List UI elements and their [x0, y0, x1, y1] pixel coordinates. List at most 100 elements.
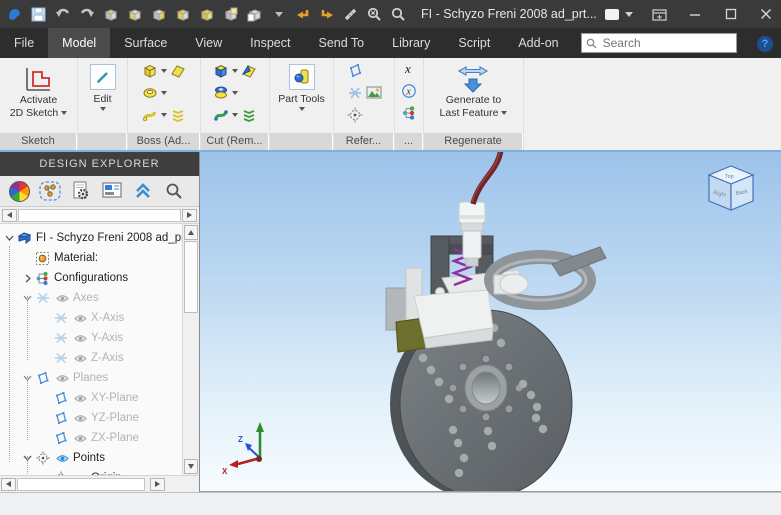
- scroll-right-button[interactable]: [182, 208, 197, 222]
- tree-item-configurations[interactable]: Configurations: [0, 268, 183, 288]
- visibility-eye-icon[interactable]: [54, 454, 70, 463]
- configurations-tool-button[interactable]: [401, 105, 417, 121]
- scroll-down-button[interactable]: [184, 459, 198, 474]
- document-switcher[interactable]: [604, 8, 619, 20]
- model-3d[interactable]: [385, 152, 607, 492]
- measure-icon[interactable]: [342, 6, 359, 23]
- sweep-cut-button[interactable]: [213, 107, 238, 123]
- configuration-set-icon[interactable]: [39, 180, 61, 202]
- scroll-thumb[interactable]: [184, 241, 198, 313]
- collapse-all-icon[interactable]: [132, 180, 154, 202]
- maximize-button[interactable]: [722, 3, 740, 25]
- explorer-settings-gear-icon[interactable]: [196, 180, 199, 202]
- loft-boss-button[interactable]: [170, 63, 186, 79]
- app-logo-icon[interactable]: [6, 6, 23, 23]
- document-settings-icon[interactable]: [70, 180, 92, 202]
- helix-cut-button[interactable]: [241, 107, 257, 123]
- visibility-eye-icon[interactable]: [72, 354, 88, 363]
- plane-icon: [52, 431, 69, 446]
- viewport-3d[interactable]: Top Right Back Z X: [200, 152, 781, 492]
- ref-axis-button[interactable]: [347, 85, 363, 101]
- equation-variable-button[interactable]: x: [401, 83, 417, 99]
- undo-icon[interactable]: [54, 6, 71, 23]
- scroll-right-button[interactable]: [150, 477, 165, 491]
- close-button[interactable]: [757, 3, 775, 25]
- minimize-button[interactable]: [686, 3, 704, 25]
- explorer-hscrollbar-top[interactable]: [0, 207, 199, 224]
- equation-editor-button[interactable]: x: [401, 61, 417, 77]
- generate-to-last-feature-button[interactable]: Generate to Last Feature: [436, 61, 512, 123]
- doc-cube-icon-6[interactable]: [222, 6, 239, 23]
- scroll-up-button[interactable]: [184, 225, 198, 240]
- visibility-eye-icon[interactable]: [54, 374, 70, 383]
- scroll-left-button[interactable]: [1, 477, 16, 491]
- tab-library[interactable]: Library: [378, 28, 444, 58]
- color-wheel-icon[interactable]: [8, 180, 30, 202]
- expander-icon[interactable]: [3, 235, 16, 241]
- tab-script[interactable]: Script: [444, 28, 504, 58]
- search-box[interactable]: [580, 33, 737, 53]
- view-redo-icon[interactable]: [318, 6, 335, 23]
- scroll-track[interactable]: [18, 208, 181, 222]
- doc-cube-icon-1[interactable]: [102, 6, 119, 23]
- view-cube-face-top[interactable]: Top: [725, 174, 734, 180]
- tree-item-root-part[interactable]: FI - Schyzo Freni 2008 ad_prt: [0, 228, 183, 248]
- edit-button[interactable]: Edit: [86, 61, 120, 114]
- visibility-eye-icon[interactable]: [72, 434, 88, 443]
- doc-cube-icon-4[interactable]: [174, 6, 191, 23]
- visibility-eye-icon[interactable]: [72, 334, 88, 343]
- zoom-icon[interactable]: [390, 6, 407, 23]
- explorer-search-icon[interactable]: [163, 180, 185, 202]
- activate-2d-sketch-button[interactable]: Activate 2D Sketch: [6, 61, 71, 123]
- tab-file[interactable]: File: [0, 28, 48, 58]
- insert-image-button[interactable]: [366, 85, 382, 101]
- chevron-down-icon[interactable]: [270, 6, 287, 23]
- revolve-boss-button[interactable]: [142, 85, 167, 101]
- view-undo-icon[interactable]: [294, 6, 311, 23]
- doc-cube-icon-3[interactable]: [150, 6, 167, 23]
- sweep-boss-button[interactable]: [142, 107, 167, 123]
- tree-item-material[interactable]: Material:: [0, 248, 183, 268]
- doc-cube-icon-7[interactable]: [246, 6, 263, 23]
- helix-boss-button[interactable]: [170, 107, 186, 123]
- help-button[interactable]: ?: [757, 36, 773, 52]
- group-label-equations: ...: [395, 133, 423, 150]
- tab-model[interactable]: Model: [48, 28, 111, 58]
- extrude-boss-button[interactable]: [142, 63, 167, 79]
- explorer-vscrollbar[interactable]: [182, 224, 199, 475]
- extrude-cut-button[interactable]: [213, 63, 238, 79]
- search-input[interactable]: [600, 35, 732, 51]
- visibility-eye-icon[interactable]: [72, 394, 88, 403]
- sensor-connector[interactable]: [458, 201, 486, 267]
- expander-icon[interactable]: [21, 274, 34, 283]
- document-switcher-arrow-icon[interactable]: [624, 11, 633, 17]
- tab-inspect[interactable]: Inspect: [236, 28, 304, 58]
- doc-cube-icon-5[interactable]: [198, 6, 215, 23]
- view-cube[interactable]: Top Right Back: [707, 165, 755, 211]
- part-tools-button[interactable]: Part Tools: [274, 61, 329, 114]
- tab-surface[interactable]: Surface: [110, 28, 181, 58]
- scroll-track[interactable]: [17, 477, 145, 491]
- tree-item-label: Z-Axis: [91, 352, 124, 364]
- scroll-left-button[interactable]: [2, 208, 17, 222]
- popout-window-button[interactable]: [651, 3, 669, 25]
- explorer-hscrollbar-bottom[interactable]: [0, 475, 199, 492]
- loft-cut-button[interactable]: [241, 63, 257, 79]
- save-icon[interactable]: [30, 6, 47, 23]
- revolve-cut-button[interactable]: [213, 85, 238, 101]
- visibility-eye-icon[interactable]: [72, 314, 88, 323]
- tab-add-on[interactable]: Add-on: [504, 28, 572, 58]
- doc-cube-icon-2[interactable]: [126, 6, 143, 23]
- visibility-eye-icon[interactable]: [72, 474, 88, 475]
- zoom-fit-icon[interactable]: [366, 6, 383, 23]
- redo-icon[interactable]: [78, 6, 95, 23]
- ref-plane-button[interactable]: [347, 63, 363, 79]
- ref-point-button[interactable]: [347, 107, 363, 123]
- tab-send-to[interactable]: Send To: [304, 28, 378, 58]
- ribbon-group-cut: Cut (Rem...: [201, 58, 270, 150]
- visibility-eye-icon[interactable]: [54, 294, 70, 303]
- layout-options-icon[interactable]: [101, 180, 123, 202]
- visibility-eye-icon[interactable]: [72, 414, 88, 423]
- tab-view[interactable]: View: [181, 28, 236, 58]
- group-label-sketch: Sketch: [0, 133, 77, 150]
